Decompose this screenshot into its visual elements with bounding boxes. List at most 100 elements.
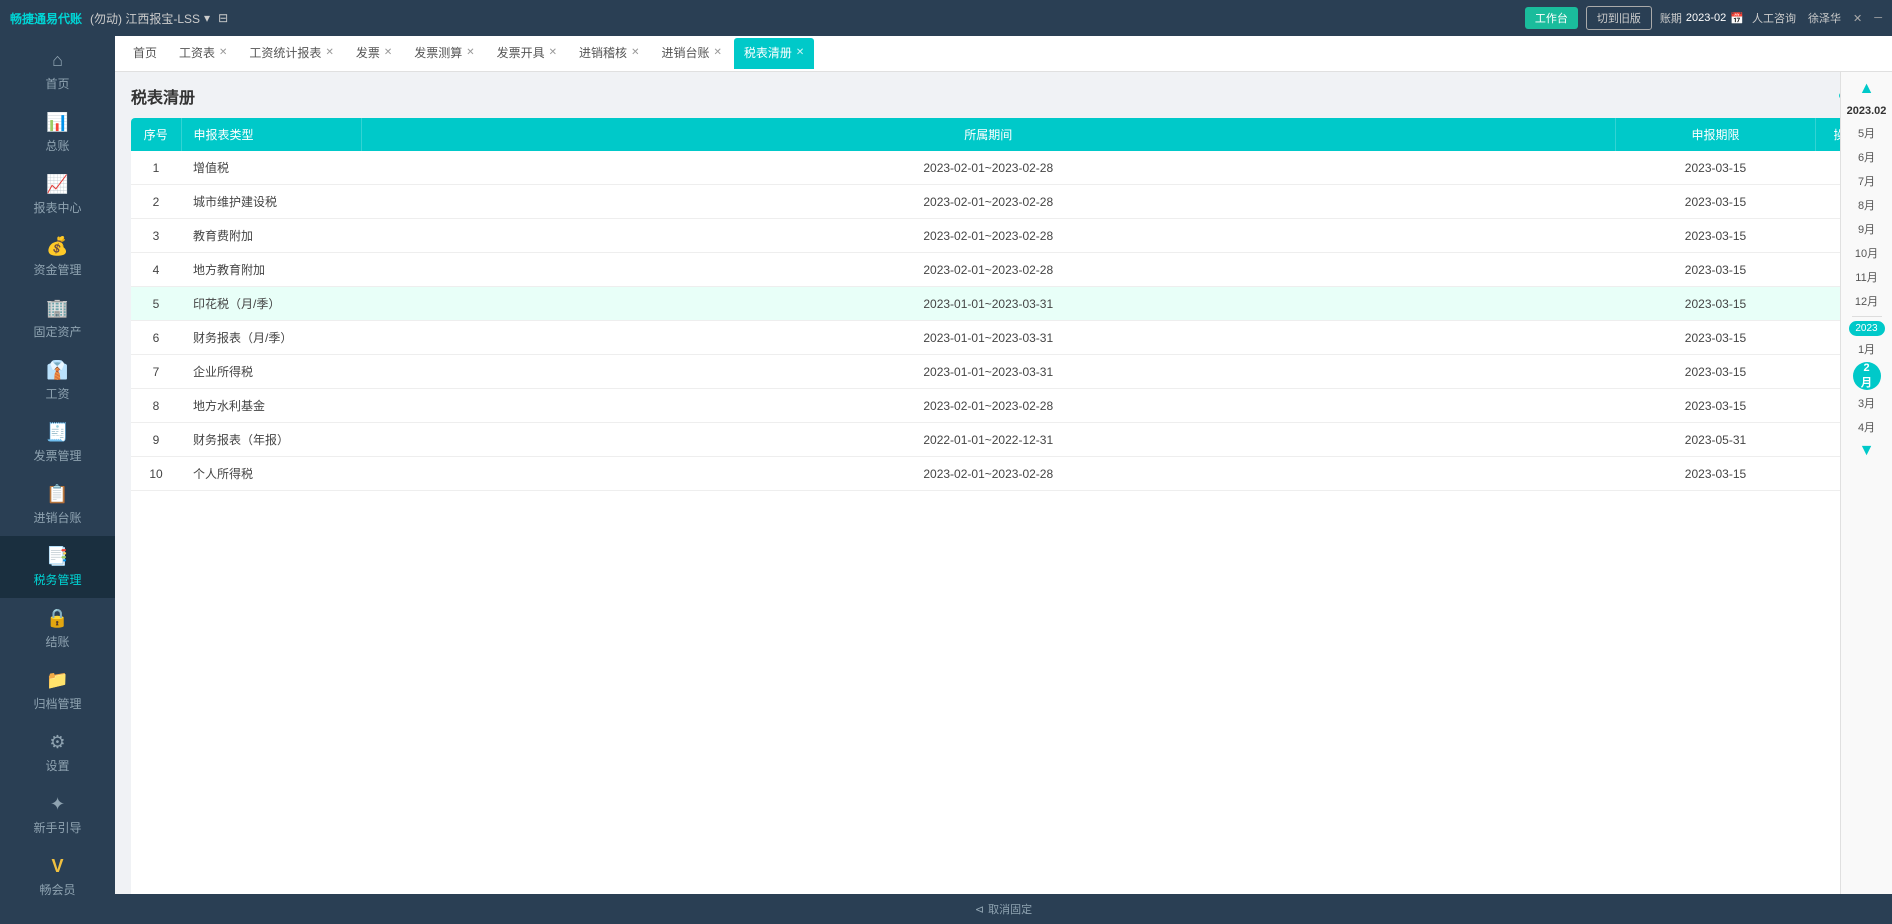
minimize-icon[interactable]: ─: [1874, 12, 1882, 24]
workbench-button[interactable]: 工作台: [1525, 7, 1578, 29]
sidebar-item-fund-mgmt[interactable]: 💰 资金管理: [0, 226, 115, 288]
tab-invoice-open-label: 发票开具: [497, 44, 545, 61]
tab-invoice-close[interactable]: ✕: [384, 47, 392, 58]
top-bar: 畅捷通易代账 (勿动) 江西报宝-LSS ▾ ⊟ 工作台 切到旧版 账期 202…: [0, 0, 1892, 36]
timeline-month-4[interactable]: 4月: [1849, 416, 1885, 438]
period-info: 账期 2023-02 📅: [1660, 10, 1744, 26]
tab-invoice-calc-label: 发票测算: [414, 44, 462, 61]
timeline-month-1[interactable]: 1月: [1849, 338, 1885, 360]
timeline-month-10[interactable]: 10月: [1849, 242, 1885, 264]
tab-salary-table-close[interactable]: ✕: [219, 47, 227, 58]
tab-invoice[interactable]: 发票 ✕: [346, 38, 402, 69]
tab-salary-stat-label: 工资统计报表: [249, 44, 321, 61]
purchase-sales-icon: 📋: [46, 484, 68, 505]
tab-invoice-open-close[interactable]: ✕: [549, 47, 557, 58]
sidebar-item-report-center[interactable]: 📈 报表中心: [0, 164, 115, 226]
page-content: 税表清册 ↺ 刷新 序号 申报表类型 所属期间 申报期限 操作: [115, 72, 1892, 924]
cell-period-6: 2023-01-01~2023-03-31: [361, 355, 1616, 389]
col-deadline: 申报期限: [1616, 118, 1816, 151]
tab-invoice-label: 发票: [356, 44, 380, 61]
sidebar-item-new-guide[interactable]: ✦ 新手引导: [0, 784, 115, 846]
cell-no-7: 8: [131, 389, 181, 423]
cell-type-8: 财务报表（年报）: [181, 423, 361, 457]
tab-tax-list-close[interactable]: ✕: [796, 47, 804, 58]
cell-period-2: 2023-02-01~2023-02-28: [361, 219, 1616, 253]
sidebar-item-home-label: 首页: [45, 75, 69, 92]
tab-tax-list[interactable]: 税表清册 ✕: [734, 38, 814, 69]
cell-deadline-5: 2023-03-15: [1616, 321, 1816, 355]
company-selector[interactable]: (勿动) 江西报宝-LSS ▾ ⊟: [90, 10, 1517, 27]
tab-purchase-ledger-close[interactable]: ✕: [713, 47, 721, 58]
sidebar-item-invoice-mgmt-label: 发票管理: [33, 447, 81, 464]
table-row: 6 财务报表（月/季） 2023-01-01~2023-03-31 2023-0…: [131, 321, 1876, 355]
table-row: 1 增值税 2023-02-01~2023-02-28 2023-03-15 ⊟: [131, 151, 1876, 185]
timeline-month-3[interactable]: 3月: [1849, 392, 1885, 414]
tab-purchase-ledger[interactable]: 进销台账 ✕: [651, 38, 731, 69]
tab-purchase-ledger-label: 进销台账: [661, 44, 709, 61]
timeline-month-6[interactable]: 6月: [1849, 146, 1885, 168]
sidebar-item-archive-mgmt[interactable]: 📁 归档管理: [0, 660, 115, 722]
sidebar-item-home[interactable]: ⌂ 首页: [0, 40, 115, 102]
timeline-divider: [1852, 316, 1882, 317]
sidebar-item-fixed-assets[interactable]: 🏢 固定资产: [0, 288, 115, 350]
timeline-month-5[interactable]: 5月: [1849, 122, 1885, 144]
timeline-month-7[interactable]: 7月: [1849, 170, 1885, 192]
close-window-icon[interactable]: ✕: [1853, 12, 1862, 25]
cell-no-0: 1: [131, 151, 181, 185]
cell-type-7: 地方水利基金: [181, 389, 361, 423]
timeline-month-11[interactable]: 11月: [1849, 266, 1885, 288]
cell-no-4: 5: [131, 287, 181, 321]
sidebar-item-closing[interactable]: 🔒 结账: [0, 598, 115, 660]
timeline-up-nav[interactable]: ▲: [1857, 78, 1877, 100]
cell-type-5: 财务报表（月/季）: [181, 321, 361, 355]
sidebar-item-new-guide-label: 新手引导: [33, 819, 81, 836]
cell-no-1: 2: [131, 185, 181, 219]
tab-purchase-check-close[interactable]: ✕: [631, 47, 639, 58]
cell-deadline-7: 2023-03-15: [1616, 389, 1816, 423]
timeline-month-8[interactable]: 8月: [1849, 194, 1885, 216]
switch-old-button[interactable]: 切到旧版: [1586, 6, 1652, 30]
table-row: 2 城市维护建设税 2023-02-01~2023-02-28 2023-03-…: [131, 185, 1876, 219]
cell-no-3: 4: [131, 253, 181, 287]
cancel-fixed-icon: ⊲: [975, 903, 984, 916]
ai-consult[interactable]: 人工咨询: [1752, 10, 1796, 26]
cell-no-2: 3: [131, 219, 181, 253]
tab-invoice-calc-close[interactable]: ✕: [466, 47, 474, 58]
settings-icon: ⚙: [49, 732, 65, 753]
timeline-month-2-active[interactable]: 2月: [1853, 362, 1881, 390]
tab-home[interactable]: 首页: [123, 38, 167, 69]
sidebar-item-tax-mgmt[interactable]: 📑 税务管理: [0, 536, 115, 598]
cancel-fixed-button[interactable]: ⊲ 取消固定: [115, 894, 1892, 924]
copy-icon: ⊟: [218, 11, 228, 25]
calendar-icon: 📅: [1730, 12, 1744, 25]
tab-invoice-calc[interactable]: 发票测算 ✕: [404, 38, 484, 69]
sidebar-item-purchase-sales[interactable]: 📋 进销台账: [0, 474, 115, 536]
tab-salary-table[interactable]: 工资表 ✕: [169, 38, 237, 69]
tab-salary-stat-close[interactable]: ✕: [325, 47, 333, 58]
sidebar-item-salary-label: 工资: [45, 385, 69, 402]
timeline-month-9[interactable]: 9月: [1849, 218, 1885, 240]
user-info[interactable]: 徐泽华: [1808, 10, 1841, 26]
sidebar-item-general-ledger[interactable]: 📊 总账: [0, 102, 115, 164]
home-icon: ⌂: [52, 50, 63, 71]
tab-purchase-check[interactable]: 进销稽核 ✕: [569, 38, 649, 69]
cell-no-8: 9: [131, 423, 181, 457]
new-guide-icon: ✦: [50, 794, 65, 815]
timeline-year-2023: 2023: [1849, 321, 1885, 336]
sidebar-item-member[interactable]: V 畅会员: [0, 846, 115, 908]
salary-icon: 👔: [46, 360, 68, 381]
tab-salary-stat[interactable]: 工资统计报表 ✕: [239, 38, 343, 69]
cell-deadline-1: 2023-03-15: [1616, 185, 1816, 219]
cell-deadline-6: 2023-03-15: [1616, 355, 1816, 389]
fund-mgmt-icon: 💰: [46, 236, 68, 257]
timeline-month-12[interactable]: 12月: [1849, 290, 1885, 312]
tab-invoice-open[interactable]: 发票开具 ✕: [487, 38, 567, 69]
cell-deadline-0: 2023-03-15: [1616, 151, 1816, 185]
col-period: 所属期间: [361, 118, 1616, 151]
sidebar-item-salary[interactable]: 👔 工资: [0, 350, 115, 412]
sidebar-item-settings[interactable]: ⚙ 设置: [0, 722, 115, 784]
sidebar-item-invoice-mgmt[interactable]: 🧾 发票管理: [0, 412, 115, 474]
cell-period-5: 2023-01-01~2023-03-31: [361, 321, 1616, 355]
timeline-down-nav[interactable]: ▼: [1857, 440, 1877, 462]
cell-period-9: 2023-02-01~2023-02-28: [361, 457, 1616, 491]
